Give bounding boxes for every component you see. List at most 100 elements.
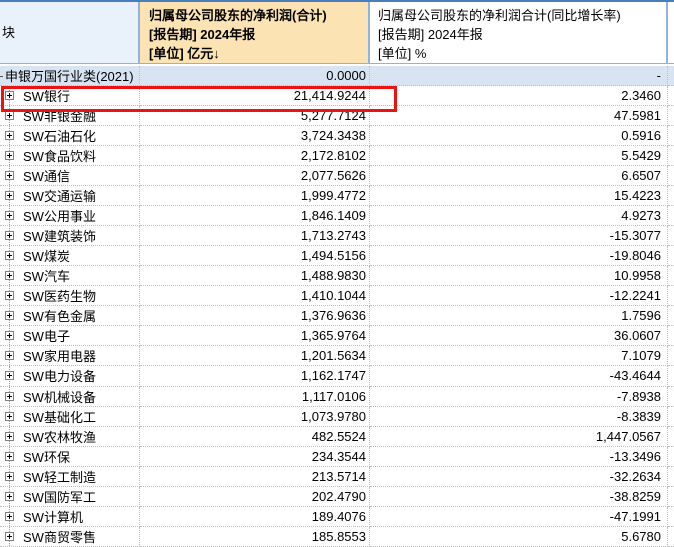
- column-header-yoy-growth[interactable]: 归属母公司股东的净利润合计(同比增长率) [报告期] 2024年报 [单位] %: [370, 2, 668, 64]
- expand-plus-icon[interactable]: [5, 512, 14, 521]
- table-row[interactable]: SW银行 21,414.9244 2.3460: [0, 86, 674, 106]
- column-header-net-profit[interactable]: 归属母公司股东的净利润(合计) [报告期] 2024年报 [单位] 亿元↓: [140, 2, 370, 64]
- expand-plus-icon[interactable]: [5, 231, 14, 240]
- sector-cell[interactable]: SW电子: [0, 326, 140, 346]
- yoy-cell[interactable]: -13.3496: [370, 447, 668, 467]
- expand-plus-icon[interactable]: [5, 291, 14, 300]
- table-row[interactable]: SW食品饮料 2,172.8102 5.5429: [0, 146, 674, 166]
- net-profit-cell[interactable]: 234.3544: [140, 447, 370, 467]
- expand-plus-icon[interactable]: [5, 191, 14, 200]
- net-profit-cell[interactable]: 1,117.0106: [140, 387, 370, 407]
- table-row[interactable]: 申银万国行业类(2021) 0.0000 -: [0, 66, 674, 86]
- sector-cell[interactable]: 申银万国行业类(2021): [0, 66, 140, 86]
- table-row[interactable]: SW公用事业 1,846.1409 4.9273: [0, 206, 674, 226]
- table-row[interactable]: SW电子 1,365.9764 36.0607: [0, 326, 674, 346]
- sector-cell[interactable]: SW有色金属: [0, 306, 140, 326]
- net-profit-cell[interactable]: 5,277.7124: [140, 106, 370, 126]
- table-row[interactable]: SW家用电器 1,201.5634 7.1079: [0, 346, 674, 366]
- sector-cell[interactable]: SW环保: [0, 447, 140, 467]
- expand-plus-icon[interactable]: [5, 91, 14, 100]
- sector-cell[interactable]: SW银行: [0, 86, 140, 106]
- expand-plus-icon[interactable]: [5, 271, 14, 280]
- sector-cell[interactable]: SW食品饮料: [0, 146, 140, 166]
- sector-cell[interactable]: SW非银金融: [0, 106, 140, 126]
- yoy-cell[interactable]: 5.5429: [370, 146, 668, 166]
- net-profit-cell[interactable]: 1,999.4772: [140, 186, 370, 206]
- yoy-cell[interactable]: 1.7596: [370, 306, 668, 326]
- sector-cell[interactable]: SW计算机: [0, 507, 140, 527]
- table-row[interactable]: SW计算机 189.4076 -47.1991: [0, 507, 674, 527]
- net-profit-cell[interactable]: 189.4076: [140, 507, 370, 527]
- expand-plus-icon[interactable]: [5, 532, 14, 541]
- expand-plus-icon[interactable]: [5, 432, 14, 441]
- sector-cell[interactable]: SW医药生物: [0, 286, 140, 306]
- sector-cell[interactable]: SW基础化工: [0, 407, 140, 427]
- sector-cell[interactable]: SW煤炭: [0, 246, 140, 266]
- expand-plus-icon[interactable]: [5, 472, 14, 481]
- yoy-cell[interactable]: -12.2241: [370, 286, 668, 306]
- sector-cell[interactable]: SW石油石化: [0, 126, 140, 146]
- table-row[interactable]: SW汽车 1,488.9830 10.9958: [0, 266, 674, 286]
- expand-plus-icon[interactable]: [5, 392, 14, 401]
- yoy-cell[interactable]: 5.6780: [370, 527, 668, 547]
- expand-plus-icon[interactable]: [5, 371, 14, 380]
- table-row[interactable]: SW有色金属 1,376.9636 1.7596: [0, 306, 674, 326]
- sector-cell[interactable]: SW公用事业: [0, 206, 140, 226]
- yoy-cell[interactable]: -43.4644: [370, 366, 668, 386]
- sector-cell[interactable]: SW汽车: [0, 266, 140, 286]
- net-profit-cell[interactable]: 1,365.9764: [140, 326, 370, 346]
- yoy-cell[interactable]: 15.4223: [370, 186, 668, 206]
- table-row[interactable]: SW通信 2,077.5626 6.6507: [0, 166, 674, 186]
- expand-plus-icon[interactable]: [5, 351, 14, 360]
- yoy-cell[interactable]: 47.5981: [370, 106, 668, 126]
- table-row[interactable]: SW环保 234.3544 -13.3496: [0, 447, 674, 467]
- net-profit-cell[interactable]: 2,172.8102: [140, 146, 370, 166]
- yoy-cell[interactable]: -38.8259: [370, 487, 668, 507]
- column-header-sector[interactable]: 块: [0, 2, 140, 64]
- yoy-cell[interactable]: 6.6507: [370, 166, 668, 186]
- net-profit-cell[interactable]: 1,410.1044: [140, 286, 370, 306]
- expand-plus-icon[interactable]: [5, 111, 14, 120]
- net-profit-cell[interactable]: 213.5714: [140, 467, 370, 487]
- net-profit-cell[interactable]: 1,376.9636: [140, 306, 370, 326]
- table-row[interactable]: SW商贸零售 185.8553 5.6780: [0, 527, 674, 547]
- yoy-cell[interactable]: -7.8938: [370, 387, 668, 407]
- net-profit-cell[interactable]: 3,724.3438: [140, 126, 370, 146]
- sector-cell[interactable]: SW农林牧渔: [0, 427, 140, 447]
- sector-cell[interactable]: SW国防军工: [0, 487, 140, 507]
- yoy-cell[interactable]: -47.1991: [370, 507, 668, 527]
- net-profit-cell[interactable]: 1,162.1747: [140, 366, 370, 386]
- yoy-cell[interactable]: 36.0607: [370, 326, 668, 346]
- sector-cell[interactable]: SW建筑装饰: [0, 226, 140, 246]
- net-profit-cell[interactable]: 1,488.9830: [140, 266, 370, 286]
- table-row[interactable]: SW石油石化 3,724.3438 0.5916: [0, 126, 674, 146]
- table-row[interactable]: SW轻工制造 213.5714 -32.2634: [0, 467, 674, 487]
- yoy-cell[interactable]: 1,447.0567: [370, 427, 668, 447]
- table-row[interactable]: SW国防军工 202.4790 -38.8259: [0, 487, 674, 507]
- yoy-cell[interactable]: -15.3077: [370, 226, 668, 246]
- net-profit-cell[interactable]: 185.8553: [140, 527, 370, 547]
- sector-cell[interactable]: SW通信: [0, 166, 140, 186]
- table-row[interactable]: SW建筑装饰 1,713.2743 -15.3077: [0, 226, 674, 246]
- net-profit-cell[interactable]: 21,414.9244: [140, 86, 370, 106]
- yoy-cell[interactable]: 10.9958: [370, 266, 668, 286]
- expand-plus-icon[interactable]: [5, 171, 14, 180]
- net-profit-cell[interactable]: 482.5524: [140, 427, 370, 447]
- table-row[interactable]: SW机械设备 1,117.0106 -7.8938: [0, 387, 674, 407]
- yoy-cell[interactable]: 7.1079: [370, 346, 668, 366]
- expand-plus-icon[interactable]: [5, 492, 14, 501]
- sector-cell[interactable]: SW家用电器: [0, 346, 140, 366]
- expand-plus-icon[interactable]: [5, 251, 14, 260]
- sector-cell[interactable]: SW商贸零售: [0, 527, 140, 547]
- table-row[interactable]: SW煤炭 1,494.5156 -19.8046: [0, 246, 674, 266]
- net-profit-cell[interactable]: 1,846.1409: [140, 206, 370, 226]
- expand-plus-icon[interactable]: [5, 131, 14, 140]
- net-profit-cell[interactable]: 1,713.2743: [140, 226, 370, 246]
- table-row[interactable]: SW农林牧渔 482.5524 1,447.0567: [0, 427, 674, 447]
- yoy-cell[interactable]: -: [370, 66, 668, 86]
- expand-plus-icon[interactable]: [5, 211, 14, 220]
- expand-plus-icon[interactable]: [5, 331, 14, 340]
- yoy-cell[interactable]: -19.8046: [370, 246, 668, 266]
- sector-cell[interactable]: SW电力设备: [0, 366, 140, 386]
- net-profit-cell[interactable]: 1,201.5634: [140, 346, 370, 366]
